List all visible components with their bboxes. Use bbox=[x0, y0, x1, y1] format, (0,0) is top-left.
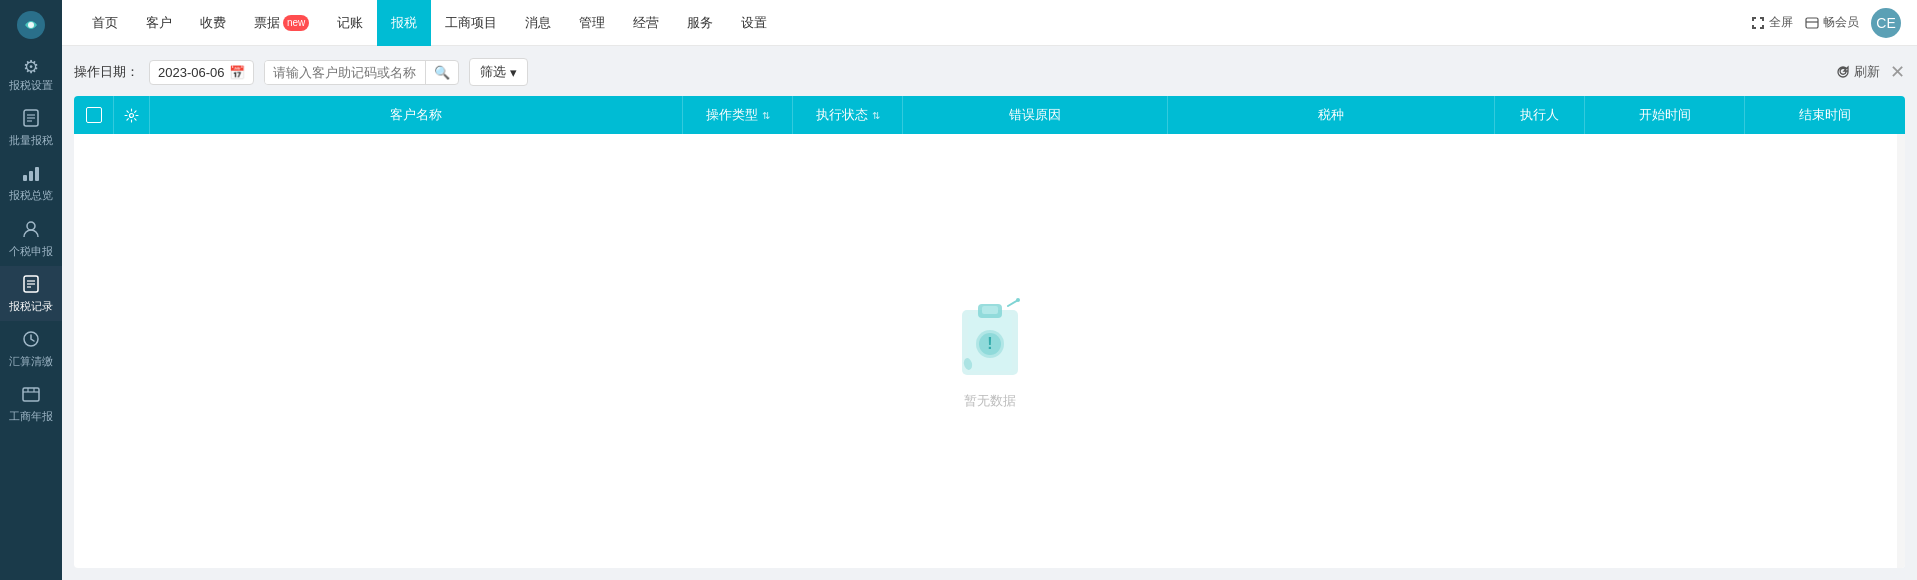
nav-bookkeeping[interactable]: 记账 bbox=[323, 0, 377, 46]
settings-icon bbox=[124, 108, 139, 123]
nav-settings[interactable]: 设置 bbox=[727, 0, 781, 46]
svg-rect-8 bbox=[35, 167, 39, 181]
svg-point-1 bbox=[28, 22, 34, 28]
logo[interactable] bbox=[0, 0, 62, 50]
search-button[interactable]: 🔍 bbox=[425, 61, 458, 84]
svg-rect-15 bbox=[23, 388, 39, 401]
member-button[interactable]: 畅会员 bbox=[1805, 14, 1859, 31]
nav-tax[interactable]: 报税 bbox=[377, 0, 431, 46]
sidebar-item-tax-settings[interactable]: ⚙ 报税设置 bbox=[0, 50, 62, 100]
nav-service[interactable]: 服务 bbox=[673, 0, 727, 46]
th-tax-type: 税种 bbox=[1168, 96, 1495, 134]
svg-rect-6 bbox=[23, 175, 27, 181]
svg-point-9 bbox=[27, 222, 35, 230]
chevron-down-icon: ▾ bbox=[510, 65, 517, 80]
th-name: 客户名称 bbox=[150, 96, 683, 134]
main-area: 首页 客户 收费 票据 new 记账 报税 工商项目 消息 管理 经营 服务 设… bbox=[62, 0, 1917, 580]
date-label: 操作日期： bbox=[74, 63, 139, 81]
sidebar: ⚙ 报税设置 批量报税 报税总览 bbox=[0, 0, 62, 580]
toolbar: 操作日期： 2023-06-06 📅 🔍 筛选 ▾ bbox=[74, 58, 1905, 86]
svg-point-30 bbox=[1016, 298, 1020, 302]
nav-message[interactable]: 消息 bbox=[511, 0, 565, 46]
search-input[interactable] bbox=[265, 61, 425, 84]
user-avatar[interactable]: CE bbox=[1871, 8, 1901, 38]
fullscreen-button[interactable]: 全屏 bbox=[1751, 14, 1793, 31]
search-wrap: 🔍 bbox=[264, 60, 459, 85]
tax-overview-icon bbox=[21, 163, 41, 186]
content-area: 操作日期： 2023-06-06 📅 🔍 筛选 ▾ bbox=[62, 46, 1917, 580]
table-body: ! 暂无数据 bbox=[74, 134, 1905, 568]
batch-tax-icon bbox=[21, 108, 41, 131]
th-end-time: 结束时间 bbox=[1745, 96, 1905, 134]
svg-rect-19 bbox=[1806, 18, 1818, 28]
invoice-badge: new bbox=[283, 15, 309, 31]
th-start-time: 开始时间 bbox=[1585, 96, 1745, 134]
th-checkbox[interactable] bbox=[74, 96, 114, 134]
page-content: 操作日期： 2023-06-06 📅 🔍 筛选 ▾ bbox=[62, 46, 1917, 580]
empty-text: 暂无数据 bbox=[964, 392, 1016, 410]
date-picker[interactable]: 2023-06-06 📅 bbox=[149, 60, 254, 85]
settlement-icon bbox=[21, 329, 41, 352]
sidebar-item-personal-tax[interactable]: 个税申报 bbox=[0, 211, 62, 266]
nav-customer[interactable]: 客户 bbox=[132, 0, 186, 46]
filter-button[interactable]: 筛选 ▾ bbox=[469, 58, 528, 86]
th-exec-status[interactable]: 执行状态 ⇅ bbox=[793, 96, 903, 134]
svg-rect-7 bbox=[29, 171, 33, 181]
svg-text:!: ! bbox=[987, 335, 992, 352]
svg-rect-25 bbox=[982, 306, 998, 314]
tax-records-icon bbox=[21, 274, 41, 297]
table-container: 客户名称 操作类型 ⇅ 执行状态 ⇅ 错误原因 税种 bbox=[74, 96, 1905, 568]
member-icon bbox=[1805, 16, 1819, 30]
top-nav: 首页 客户 收费 票据 new 记账 报税 工商项目 消息 管理 经营 服务 设… bbox=[62, 0, 1917, 46]
nav-commerce[interactable]: 工商项目 bbox=[431, 0, 511, 46]
nav-billing[interactable]: 收费 bbox=[186, 0, 240, 46]
tax-settings-icon: ⚙ bbox=[23, 58, 39, 76]
th-settings[interactable] bbox=[114, 96, 150, 134]
op-type-sort-icon: ⇅ bbox=[762, 110, 770, 121]
nav-home[interactable]: 首页 bbox=[78, 0, 132, 46]
sidebar-item-settlement[interactable]: 汇算清缴 bbox=[0, 321, 62, 376]
date-value: 2023-06-06 bbox=[158, 65, 225, 80]
personal-tax-icon bbox=[21, 219, 41, 242]
nav-management[interactable]: 管理 bbox=[565, 0, 619, 46]
nav-right: 全屏 畅会员 CE bbox=[1751, 8, 1901, 38]
exec-status-sort-icon: ⇅ bbox=[872, 110, 880, 121]
sidebar-item-tax-overview[interactable]: 报税总览 bbox=[0, 155, 62, 210]
empty-icon: ! bbox=[950, 292, 1030, 382]
select-all-checkbox[interactable] bbox=[86, 107, 102, 123]
close-button[interactable]: ✕ bbox=[1890, 63, 1905, 81]
th-error-reason: 错误原因 bbox=[903, 96, 1168, 134]
svg-point-21 bbox=[130, 113, 134, 117]
th-op-type[interactable]: 操作类型 ⇅ bbox=[683, 96, 793, 134]
sidebar-item-batch-tax[interactable]: 批量报税 bbox=[0, 100, 62, 155]
sidebar-item-tax-records[interactable]: 报税记录 bbox=[0, 266, 62, 321]
nav-finance[interactable]: 经营 bbox=[619, 0, 673, 46]
table-header: 客户名称 操作类型 ⇅ 执行状态 ⇅ 错误原因 税种 bbox=[74, 96, 1905, 134]
empty-state: ! 暂无数据 bbox=[950, 292, 1030, 410]
refresh-button[interactable]: 刷新 bbox=[1836, 63, 1880, 81]
fullscreen-icon bbox=[1751, 16, 1765, 30]
calendar-icon: 📅 bbox=[229, 65, 245, 80]
nav-items: 首页 客户 收费 票据 new 记账 报税 工商项目 消息 管理 经营 服务 设… bbox=[78, 0, 1751, 46]
nav-invoice[interactable]: 票据 new bbox=[240, 0, 323, 46]
scroll-track[interactable] bbox=[1897, 134, 1905, 568]
sidebar-item-annual-report[interactable]: 工商年报 bbox=[0, 376, 62, 431]
th-executor: 执行人 bbox=[1495, 96, 1585, 134]
refresh-icon bbox=[1836, 65, 1850, 79]
annual-report-icon bbox=[21, 384, 41, 407]
